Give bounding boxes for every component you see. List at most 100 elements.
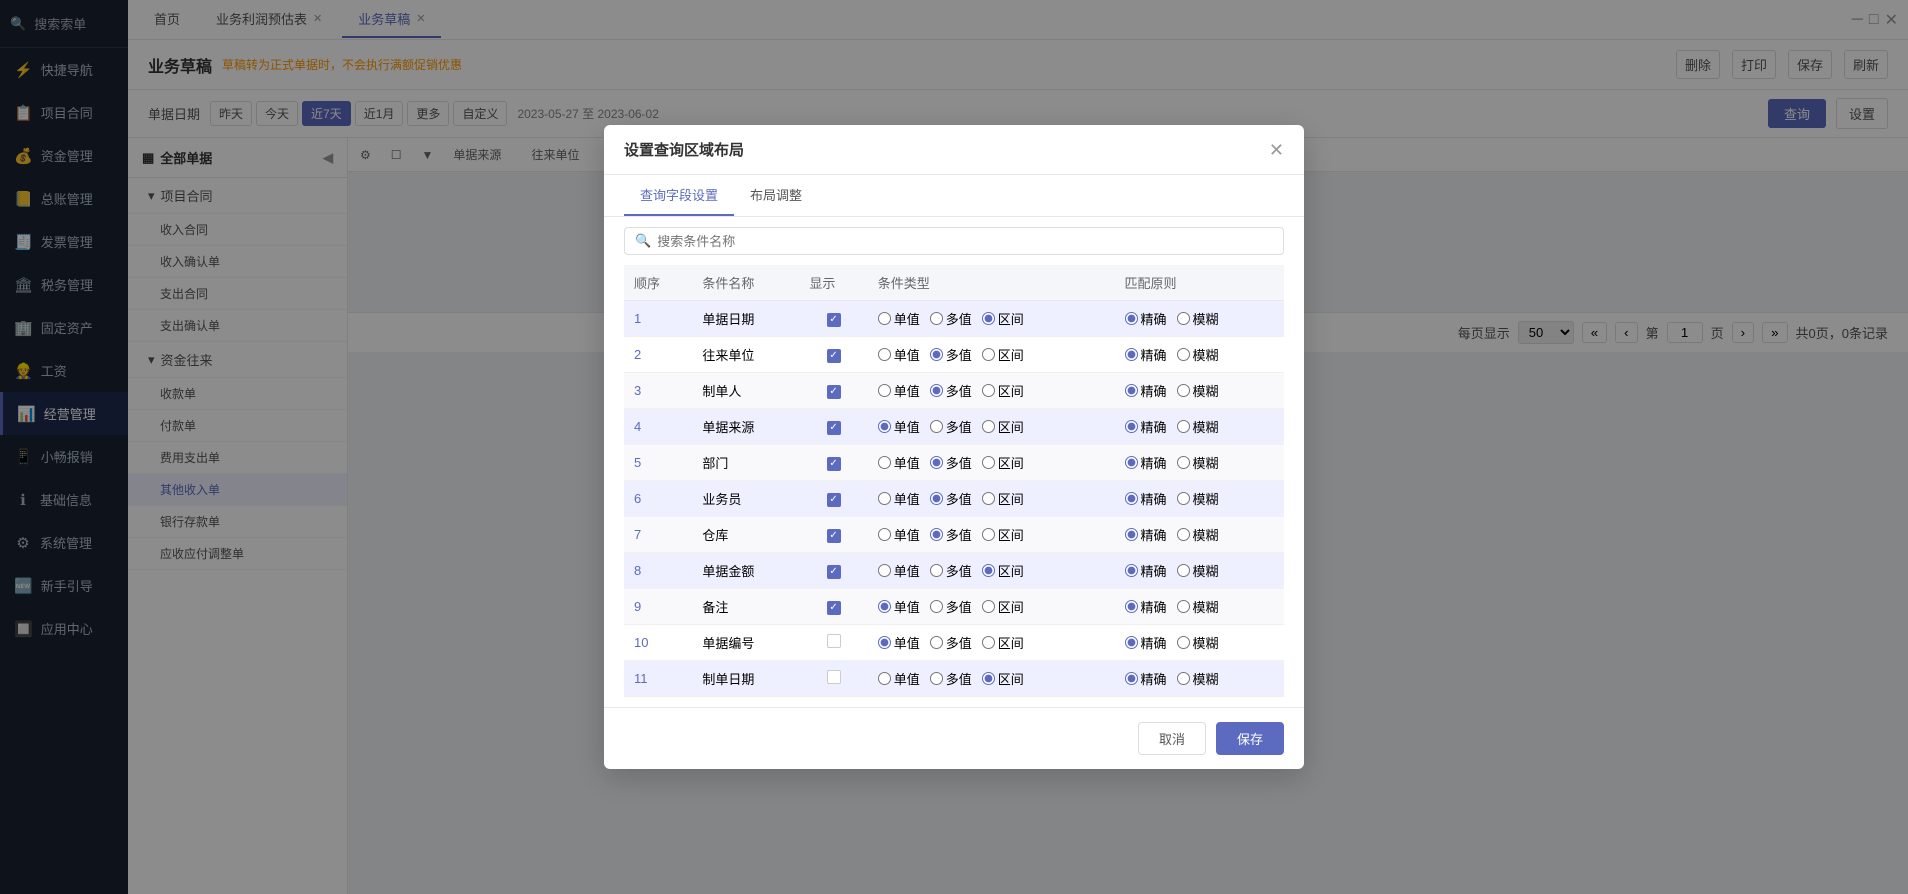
cell-show[interactable] (799, 517, 867, 553)
type-multi[interactable]: 多值 (930, 489, 972, 508)
match-fuzzy[interactable]: 模糊 (1177, 669, 1219, 688)
match-exact[interactable]: 精确 (1125, 489, 1167, 508)
cell-match: 精确 模糊 (1115, 409, 1284, 445)
type-multi[interactable]: 多值 (930, 669, 972, 688)
type-range[interactable]: 区间 (982, 525, 1024, 544)
type-single[interactable]: 单值 (878, 561, 920, 580)
type-range[interactable]: 区间 (982, 309, 1024, 328)
type-radio-group: 单值 多值 区间 (878, 525, 1105, 544)
show-checkbox[interactable] (827, 634, 841, 648)
match-fuzzy[interactable]: 模糊 (1177, 381, 1219, 400)
cell-show[interactable] (799, 409, 867, 445)
show-checkbox[interactable] (827, 385, 841, 399)
type-range[interactable]: 区间 (982, 597, 1024, 616)
save-dialog-btn[interactable]: 保存 (1216, 722, 1284, 755)
cell-show[interactable] (799, 553, 867, 589)
match-fuzzy[interactable]: 模糊 (1177, 489, 1219, 508)
cell-type: 单值 多值 区间 (868, 373, 1115, 409)
show-checkbox[interactable] (827, 565, 841, 579)
type-multi[interactable]: 多值 (930, 309, 972, 328)
match-fuzzy[interactable]: 模糊 (1177, 453, 1219, 472)
cell-show[interactable] (799, 625, 867, 661)
cell-type: 单值 多值 区间 (868, 625, 1115, 661)
type-range[interactable]: 区间 (982, 345, 1024, 364)
match-fuzzy[interactable]: 模糊 (1177, 597, 1219, 616)
show-checkbox[interactable] (827, 670, 841, 684)
match-exact[interactable]: 精确 (1125, 669, 1167, 688)
show-checkbox[interactable] (827, 349, 841, 363)
match-fuzzy[interactable]: 模糊 (1177, 417, 1219, 436)
match-fuzzy[interactable]: 模糊 (1177, 633, 1219, 652)
show-checkbox[interactable] (827, 313, 841, 327)
match-exact[interactable]: 精确 (1125, 381, 1167, 400)
type-single[interactable]: 单值 (878, 417, 920, 436)
cell-type: 单值 多值 区间 (868, 301, 1115, 337)
match-exact[interactable]: 精确 (1125, 345, 1167, 364)
type-single[interactable]: 单值 (878, 633, 920, 652)
match-fuzzy[interactable]: 模糊 (1177, 309, 1219, 328)
cell-show[interactable] (799, 445, 867, 481)
type-single[interactable]: 单值 (878, 381, 920, 400)
match-fuzzy[interactable]: 模糊 (1177, 525, 1219, 544)
match-exact[interactable]: 精确 (1125, 597, 1167, 616)
type-multi[interactable]: 多值 (930, 633, 972, 652)
cancel-btn[interactable]: 取消 (1138, 722, 1206, 755)
cell-name: 备注 (692, 589, 799, 625)
type-single[interactable]: 单值 (878, 489, 920, 508)
dialog-tab-query-fields[interactable]: 查询字段设置 (624, 175, 734, 216)
type-multi[interactable]: 多值 (930, 417, 972, 436)
type-single[interactable]: 单值 (878, 525, 920, 544)
cell-match: 精确 模糊 (1115, 301, 1284, 337)
match-exact[interactable]: 精确 (1125, 561, 1167, 580)
cell-show[interactable] (799, 589, 867, 625)
dialog-search-input[interactable] (657, 234, 1273, 249)
cell-show[interactable] (799, 661, 867, 697)
cell-show[interactable] (799, 481, 867, 517)
type-multi[interactable]: 多值 (930, 561, 972, 580)
type-range[interactable]: 区间 (982, 453, 1024, 472)
match-exact[interactable]: 精确 (1125, 453, 1167, 472)
cell-show[interactable] (799, 337, 867, 373)
type-single[interactable]: 单值 (878, 597, 920, 616)
type-multi[interactable]: 多值 (930, 345, 972, 364)
type-single[interactable]: 单值 (878, 309, 920, 328)
cell-name: 往来单位 (692, 337, 799, 373)
match-exact[interactable]: 精确 (1125, 417, 1167, 436)
dialog-body: 查询字段设置 布局调整 🔍 顺序 条件名称 显示 (604, 175, 1304, 707)
match-exact[interactable]: 精确 (1125, 633, 1167, 652)
show-checkbox[interactable] (827, 421, 841, 435)
type-range[interactable]: 区间 (982, 417, 1024, 436)
show-checkbox[interactable] (827, 457, 841, 471)
cell-show[interactable] (799, 373, 867, 409)
type-multi[interactable]: 多值 (930, 525, 972, 544)
dialog: 设置查询区域布局 ✕ 查询字段设置 布局调整 🔍 (604, 125, 1304, 769)
cell-order: 5 (624, 445, 692, 481)
type-range[interactable]: 区间 (982, 381, 1024, 400)
show-checkbox[interactable] (827, 601, 841, 615)
type-range[interactable]: 区间 (982, 489, 1024, 508)
show-checkbox[interactable] (827, 529, 841, 543)
cell-type: 单值 多值 区间 (868, 661, 1115, 697)
dialog-overlay: 设置查询区域布局 ✕ 查询字段设置 布局调整 🔍 (0, 0, 1908, 894)
match-fuzzy[interactable]: 模糊 (1177, 561, 1219, 580)
type-multi[interactable]: 多值 (930, 453, 972, 472)
type-range[interactable]: 区间 (982, 669, 1024, 688)
cell-type: 单值 多值 区间 (868, 553, 1115, 589)
type-multi[interactable]: 多值 (930, 381, 972, 400)
match-fuzzy[interactable]: 模糊 (1177, 345, 1219, 364)
type-range[interactable]: 区间 (982, 633, 1024, 652)
type-multi[interactable]: 多值 (930, 597, 972, 616)
type-range[interactable]: 区间 (982, 561, 1024, 580)
match-exact[interactable]: 精确 (1125, 525, 1167, 544)
match-exact[interactable]: 精确 (1125, 309, 1167, 328)
type-single[interactable]: 单值 (878, 453, 920, 472)
dialog-tab-layout[interactable]: 布局调整 (734, 175, 818, 216)
type-single[interactable]: 单值 (878, 669, 920, 688)
type-single[interactable]: 单值 (878, 345, 920, 364)
cell-name: 单据编号 (692, 625, 799, 661)
table-row: 1 单据日期 单值 多值 区间 精确 模糊 (624, 301, 1284, 337)
dialog-close-btn[interactable]: ✕ (1269, 141, 1284, 159)
type-radio-group: 单值 多值 区间 (878, 381, 1105, 400)
cell-show[interactable] (799, 301, 867, 337)
show-checkbox[interactable] (827, 493, 841, 507)
